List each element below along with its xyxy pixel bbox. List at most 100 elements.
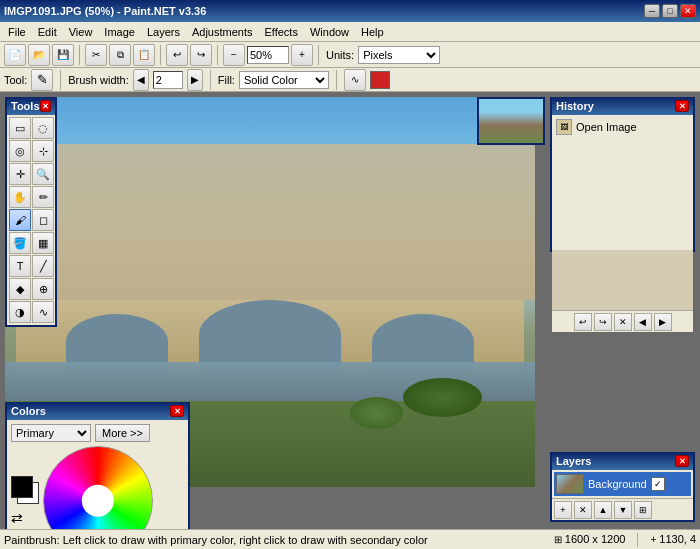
bridge-arch-2	[199, 300, 341, 370]
color-swatches: ⇄	[11, 476, 39, 526]
minimize-button[interactable]: ─	[644, 4, 660, 18]
redo-button[interactable]: ↪	[190, 44, 212, 66]
layers-panel-close[interactable]: ✕	[675, 455, 689, 467]
tools-panel: Tools ✕ ▭ ◌ ◎ ⊹ ✛ 🔍 ✋ ✏ 🖌 ◻ 🪣 ▦ T ╱ ◆ ⊕ …	[5, 97, 57, 327]
history-nav-right[interactable]: ▶	[654, 313, 672, 331]
brush-width-decrease[interactable]: ◀	[133, 69, 149, 91]
menu-layers[interactable]: Layers	[141, 24, 186, 40]
close-button[interactable]: ✕	[680, 4, 696, 18]
menu-help[interactable]: Help	[355, 24, 390, 40]
history-panel-title: History ✕	[552, 97, 693, 115]
toolbar: 📄 📂 💾 ✂ ⧉ 📋 ↩ ↪ − 50% + Units: Pixels In…	[0, 42, 700, 68]
foreground-color-swatch[interactable]	[11, 476, 33, 498]
layers-panel: Layers ✕ Background ✓ + ✕ ▲ ▼ ⊞	[550, 452, 695, 522]
status-message: Paintbrush: Left click to draw with prim…	[4, 534, 554, 546]
tool-clone-stamp[interactable]: ⊕	[32, 278, 54, 300]
tool-ellipse-select[interactable]: ◎	[9, 140, 31, 162]
colors-panel-close[interactable]: ✕	[170, 405, 184, 417]
tool-zoom[interactable]: 🔍	[32, 163, 54, 185]
fill-select[interactable]: Solid Color Linear Gradient Radial Gradi…	[239, 71, 329, 89]
tool-options-sep-2	[210, 70, 211, 90]
tool-text[interactable]: T	[9, 255, 31, 277]
more-colors-button[interactable]: More >>	[95, 424, 150, 442]
layer-add-btn[interactable]: +	[554, 501, 572, 519]
history-clear-btn[interactable]: ✕	[614, 313, 632, 331]
window-title: IMGP1091.JPG (50%) - Paint.NET v3.36	[4, 5, 206, 17]
buildings-bg	[5, 144, 535, 300]
history-toolbar: ↩ ↪ ✕ ◀ ▶	[552, 310, 693, 332]
tool-paint-bucket[interactable]: 🪣	[9, 232, 31, 254]
tool-shape[interactable]: ◆	[9, 278, 31, 300]
cut-button[interactable]: ✂	[85, 44, 107, 66]
layer-delete-btn[interactable]: ✕	[574, 501, 592, 519]
color-mode-select[interactable]: Primary Secondary	[11, 424, 91, 442]
tool-recolor[interactable]: ◑	[9, 301, 31, 323]
current-tool-icon: ✎	[31, 69, 53, 91]
history-item[interactable]: 🖼 Open Image	[554, 117, 691, 137]
tool-paintbrush[interactable]: 🖌	[9, 209, 31, 231]
zoom-out-button[interactable]: −	[223, 44, 245, 66]
menu-image[interactable]: Image	[98, 24, 141, 40]
save-button[interactable]: 💾	[52, 44, 74, 66]
toolbar-separator-1	[79, 45, 80, 65]
history-panel-close[interactable]: ✕	[675, 100, 689, 112]
history-undo-btn[interactable]: ↩	[574, 313, 592, 331]
menu-adjustments[interactable]: Adjustments	[186, 24, 259, 40]
units-select[interactable]: Pixels Inches Centimeters	[358, 46, 440, 64]
history-thumbnail-area	[552, 250, 693, 310]
layer-up-btn[interactable]: ▲	[594, 501, 612, 519]
tools-grid: ▭ ◌ ◎ ⊹ ✛ 🔍 ✋ ✏ 🖌 ◻ 🪣 ▦ T ╱ ◆ ⊕ ◑ ∿	[7, 115, 55, 325]
layer-item[interactable]: Background ✓	[554, 472, 691, 496]
tool-eraser[interactable]: ◻	[32, 209, 54, 231]
history-redo-btn[interactable]: ↪	[594, 313, 612, 331]
tool-rectangle-select[interactable]: ▭	[9, 117, 31, 139]
fill-label: Fill:	[218, 74, 235, 86]
zoom-input[interactable]: 50%	[247, 46, 289, 64]
menu-bar: File Edit View Image Layers Adjustments …	[0, 22, 700, 42]
tool-gradient[interactable]: ▦	[32, 232, 54, 254]
history-content: 🖼 Open Image	[552, 115, 693, 250]
tool-lasso-select[interactable]: ◌	[32, 117, 54, 139]
tree-1	[403, 378, 483, 417]
menu-window[interactable]: Window	[304, 24, 355, 40]
layer-down-btn[interactable]: ▼	[614, 501, 632, 519]
tool-blur[interactable]: ∿	[32, 301, 54, 323]
title-bar: IMGP1091.JPG (50%) - Paint.NET v3.36 ─ □…	[0, 0, 700, 22]
tool-magic-wand[interactable]: ⊹	[32, 140, 54, 162]
tool-move[interactable]: ✛	[9, 163, 31, 185]
menu-effects[interactable]: Effects	[259, 24, 304, 40]
copy-button[interactable]: ⧉	[109, 44, 131, 66]
layer-merge-btn[interactable]: ⊞	[634, 501, 652, 519]
layers-toolbar: + ✕ ▲ ▼ ⊞	[552, 498, 693, 520]
status-separator	[637, 533, 638, 547]
maximize-button[interactable]: □	[662, 4, 678, 18]
color-wheel-cursor	[96, 506, 102, 512]
brush-width-input[interactable]	[153, 71, 183, 89]
undo-button[interactable]: ↩	[166, 44, 188, 66]
tool-line[interactable]: ╱	[32, 255, 54, 277]
zoom-in-button[interactable]: +	[291, 44, 313, 66]
open-button[interactable]: 📂	[28, 44, 50, 66]
menu-view[interactable]: View	[63, 24, 99, 40]
title-bar-controls: ─ □ ✕	[644, 4, 696, 18]
toolbar-separator-4	[318, 45, 319, 65]
menu-edit[interactable]: Edit	[32, 24, 63, 40]
main-area: Tools ✕ ▭ ◌ ◎ ⊹ ✛ 🔍 ✋ ✏ 🖌 ◻ 🪣 ▦ T ╱ ◆ ⊕ …	[0, 92, 700, 529]
tools-panel-close[interactable]: ✕	[40, 100, 51, 112]
menu-file[interactable]: File	[2, 24, 32, 40]
layer-visibility-check[interactable]: ✓	[651, 477, 665, 491]
color-indicator[interactable]	[370, 71, 390, 89]
colors-panel-title: Colors ✕	[7, 402, 188, 420]
brush-width-increase[interactable]: ▶	[187, 69, 203, 91]
history-nav-left[interactable]: ◀	[634, 313, 652, 331]
paste-button[interactable]: 📋	[133, 44, 155, 66]
thumbnail-preview	[477, 97, 545, 145]
tool-options-bar: Tool: ✎ Brush width: ◀ ▶ Fill: Solid Col…	[0, 68, 700, 92]
tool-options-sep-1	[60, 70, 61, 90]
status-dimensions: ⊞ 1600 x 1200	[554, 533, 626, 547]
swap-colors-button[interactable]: ⇄	[11, 510, 39, 526]
tool-pan[interactable]: ✋	[9, 186, 31, 208]
tool-pencil[interactable]: ✏	[32, 186, 54, 208]
new-button[interactable]: 📄	[4, 44, 26, 66]
curve-type-button[interactable]: ∿	[344, 69, 366, 91]
